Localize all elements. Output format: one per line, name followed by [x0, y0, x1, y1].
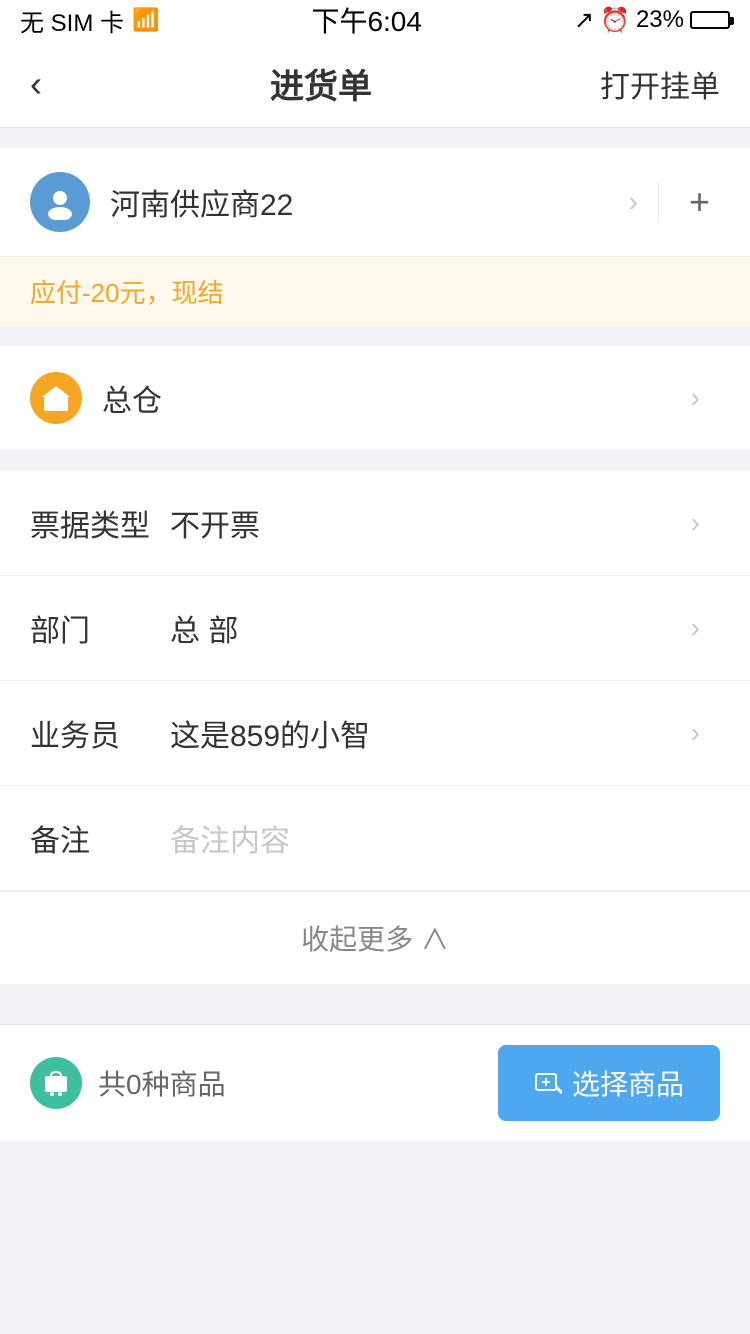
supplier-row[interactable]: 河南供应商22 › + [0, 148, 750, 257]
invoice-type-chevron-icon: › [691, 507, 700, 539]
salesperson-row[interactable]: 业务员 这是859的小智 › [0, 681, 750, 786]
bottom-bar: 共0种商品 选择商品 [0, 1024, 750, 1141]
supplier-section: 河南供应商22 › + 应付-20元，现结 [0, 148, 750, 326]
collapse-button[interactable]: 收起更多 ∧ [0, 891, 750, 984]
remark-placeholder: 备注内容 [170, 816, 720, 860]
supplier-notice: 应付-20元，现结 [0, 257, 750, 326]
warehouse-row[interactable]: 总仓 › [0, 346, 750, 451]
add-supplier-button[interactable]: + [679, 181, 720, 223]
warehouse-chevron-icon: › [691, 382, 700, 414]
remark-label: 备注 [30, 816, 170, 860]
invoice-type-label: 票据类型 [30, 501, 170, 545]
section-gap-4 [0, 984, 750, 1004]
warehouse-name: 总仓 [102, 376, 691, 420]
nav-bar: ‹ 进货单 打开挂单 [0, 40, 750, 128]
section-gap-2 [0, 326, 750, 346]
select-product-button[interactable]: 选择商品 [498, 1045, 720, 1121]
department-chevron-icon: › [691, 612, 700, 644]
battery-text: 23% [636, 6, 684, 34]
fields-section: 票据类型 不开票 › 部门 总 部 › 业务员 这是859的小智 › 备注 备注… [0, 471, 750, 984]
remark-row[interactable]: 备注 备注内容 [0, 786, 750, 891]
open-pending-button[interactable]: 打开挂单 [600, 62, 720, 106]
section-gap-1 [0, 128, 750, 148]
invoice-type-value: 不开票 [170, 501, 691, 545]
department-label: 部门 [30, 606, 170, 650]
battery-icon [690, 11, 730, 29]
back-button[interactable]: ‹ [30, 63, 42, 105]
warehouse-icon [30, 372, 82, 424]
warehouse-svg [41, 383, 71, 413]
wifi-icon: 📶 [132, 7, 159, 33]
page-title: 进货单 [270, 59, 372, 108]
warehouse-section: 总仓 › [0, 346, 750, 451]
invoice-type-row[interactable]: 票据类型 不开票 › [0, 471, 750, 576]
department-value: 总 部 [170, 606, 691, 650]
cart-icon [41, 1068, 71, 1098]
salesperson-label: 业务员 [30, 711, 170, 755]
status-time: 下午6:04 [311, 0, 422, 40]
supplier-avatar [30, 172, 90, 232]
location-icon: ↗ [574, 6, 594, 35]
vertical-divider [658, 182, 659, 222]
product-count-text: 共0种商品 [98, 1063, 498, 1103]
salesperson-value: 这是859的小智 [170, 711, 691, 755]
select-product-label: 选择商品 [572, 1063, 684, 1103]
select-product-icon [534, 1069, 562, 1097]
no-sim-text: 无 SIM 卡 [20, 3, 124, 38]
status-right: ↗ ⏰ 23% [574, 6, 730, 35]
alarm-icon: ⏰ [600, 6, 630, 35]
supplier-chevron-icon: › [629, 186, 638, 218]
salesperson-chevron-icon: › [691, 717, 700, 749]
status-left: 无 SIM 卡 📶 [20, 3, 159, 38]
supplier-name: 河南供应商22 [110, 180, 629, 224]
product-count-icon [30, 1057, 82, 1109]
department-row[interactable]: 部门 总 部 › [0, 576, 750, 681]
section-gap-3 [0, 451, 750, 471]
avatar-icon [42, 184, 78, 220]
status-bar: 无 SIM 卡 📶 下午6:04 ↗ ⏰ 23% [0, 0, 750, 40]
